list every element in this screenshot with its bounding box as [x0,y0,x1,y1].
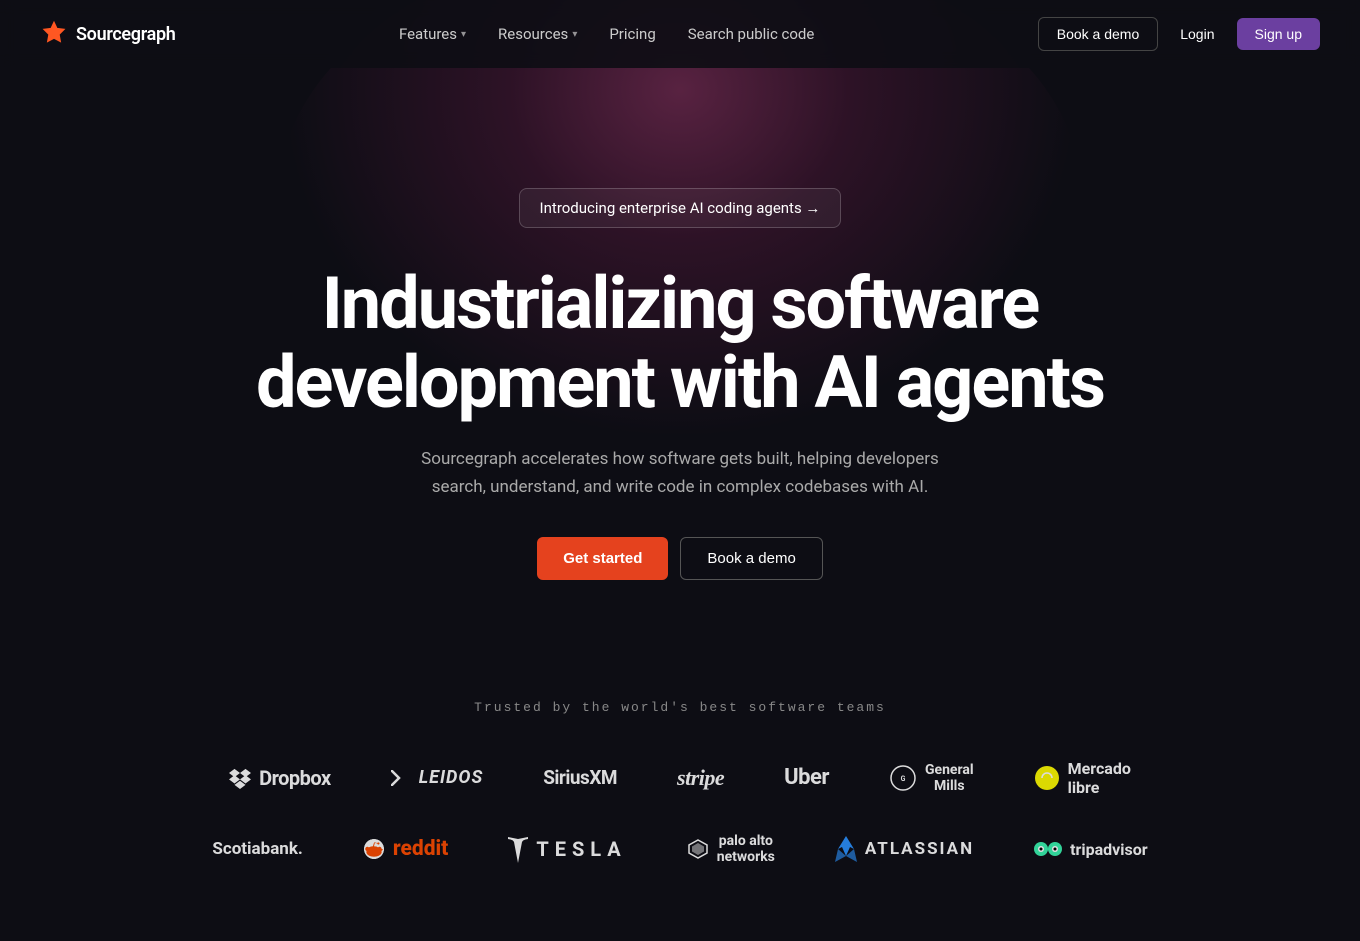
nav-pricing[interactable]: Pricing [595,17,669,51]
hero-subtext: Sourcegraph accelerates how software get… [380,446,980,500]
logo-reddit: reddit [363,837,448,861]
logos-row-2: Scotiabank. reddit TESLA [60,833,1300,865]
atlassian-icon [835,836,857,862]
tripadvisor-icon [1034,840,1062,858]
logo-scotiabank: Scotiabank. [212,839,302,859]
logo-mercado-libre: Mercadolibre [1034,759,1131,797]
nav-links: Features ▾ Resources ▾ Pricing Search pu… [385,17,828,51]
svg-text:G: G [901,775,906,783]
hero-book-demo-button[interactable]: Book a demo [680,537,822,580]
leidos-icon [391,770,411,786]
chevron-down-icon: ▾ [572,29,577,40]
paloalto-icon [687,838,709,860]
trusted-section: Trusted by the world's best software tea… [0,660,1360,941]
trusted-label: Trusted by the world's best software tea… [60,700,1300,715]
chevron-down-icon: ▾ [461,29,466,40]
reddit-icon [363,838,385,860]
logo-leidos: leidos [391,767,484,788]
nav-actions: Book a demo Login Sign up [1038,17,1320,51]
sourcegraph-logo-icon [40,20,68,48]
login-button[interactable]: Login [1166,18,1228,50]
logo-dropbox: Dropbox [229,766,331,790]
logo-general-mills: G GeneralMills [889,762,974,794]
nav-features[interactable]: Features ▾ [385,17,480,51]
logo-text: Sourcegraph [76,24,176,45]
headline-line1: Industrializing software [322,261,1039,346]
logo-link[interactable]: Sourcegraph [40,20,176,48]
signup-button[interactable]: Sign up [1237,18,1320,50]
headline-line2: development with AI agents [256,340,1104,425]
logo-atlassian: ATLASSIAN [835,836,974,862]
nav-search-public-code[interactable]: Search public code [674,17,829,51]
announcement-banner[interactable]: Introducing enterprise AI coding agents … [519,188,842,228]
hero-headline: Industrializing software development wit… [236,264,1124,422]
get-started-button[interactable]: Get started [537,537,668,580]
hero-cta-group: Get started Book a demo [537,537,823,580]
logo-stripe: stripe [677,765,724,791]
logos-row-1: Dropbox leidos SiriusXM stripe Uber [60,759,1300,797]
dropbox-icon [229,767,251,789]
navigation: Sourcegraph Features ▾ Resources ▾ Prici… [0,0,1360,68]
logo-paloalto: palo altonetworks [687,833,775,865]
hero-section: Introducing enterprise AI coding agents … [0,0,1360,941]
book-demo-button[interactable]: Book a demo [1038,17,1159,51]
general-mills-icon: G [889,764,917,792]
logo-uber: Uber [784,765,829,790]
nav-resources[interactable]: Resources ▾ [484,17,591,51]
logo-tripadvisor: tripadvisor [1034,840,1148,859]
mercado-libre-icon [1034,765,1060,791]
logo-siriusxm: SiriusXM [543,766,617,789]
